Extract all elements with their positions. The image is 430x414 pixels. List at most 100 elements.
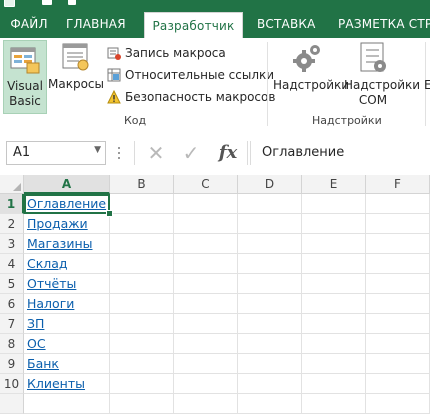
- grid-cell[interactable]: [174, 254, 238, 274]
- grid-cell[interactable]: [302, 214, 366, 234]
- grid-cell[interactable]: Отчёты: [24, 274, 110, 294]
- relative-references-button[interactable]: Относительные ссылки: [106, 64, 274, 86]
- tab-developer[interactable]: Разработчик: [144, 12, 243, 41]
- row-header[interactable]: 3: [0, 234, 24, 254]
- grid-cell[interactable]: [110, 274, 174, 294]
- sheet-link[interactable]: Оглавление: [27, 196, 106, 211]
- grid-cell[interactable]: [110, 374, 174, 394]
- grid-cell[interactable]: [366, 194, 430, 214]
- macro-security-button[interactable]: Безопасность макросов: [106, 86, 275, 108]
- row-header[interactable]: 8: [0, 334, 24, 354]
- grid-cell[interactable]: [174, 274, 238, 294]
- grid-cell[interactable]: [174, 314, 238, 334]
- grid-cell[interactable]: [302, 254, 366, 274]
- grid-cell[interactable]: [174, 234, 238, 254]
- grid-cell[interactable]: [110, 314, 174, 334]
- grid-cell[interactable]: [110, 294, 174, 314]
- undo-icon[interactable]: [68, 0, 76, 5]
- grid-cell[interactable]: Клиенты: [24, 374, 110, 394]
- chevron-down-icon[interactable]: ▼: [94, 145, 101, 155]
- sheet-link[interactable]: Магазины: [27, 236, 93, 251]
- grid-cell[interactable]: [238, 254, 302, 274]
- tab-page-layout[interactable]: РАЗМЕТКА СТРА: [338, 10, 430, 38]
- column-header-c[interactable]: C: [174, 175, 238, 194]
- grid-cell[interactable]: [302, 394, 366, 414]
- grid-cell[interactable]: [110, 194, 174, 214]
- tab-insert[interactable]: ВСТАВКА: [257, 10, 316, 38]
- grid-cell[interactable]: [110, 214, 174, 234]
- active-cell[interactable]: Оглавление: [24, 194, 110, 214]
- grid-cell[interactable]: [110, 354, 174, 374]
- grid-cell[interactable]: [238, 394, 302, 414]
- row-header[interactable]: 9: [0, 354, 24, 374]
- grid-cell[interactable]: [174, 334, 238, 354]
- confirm-icon[interactable]: ✓: [176, 141, 206, 165]
- column-header-f[interactable]: F: [366, 175, 430, 194]
- grid-cell[interactable]: [366, 374, 430, 394]
- grid-cell[interactable]: Банк: [24, 354, 110, 374]
- grid-cell[interactable]: [238, 354, 302, 374]
- row-header[interactable]: 2: [0, 214, 24, 234]
- insert-function-button[interactable]: fx: [213, 141, 243, 165]
- com-addins-button[interactable]: Надстройки COM: [344, 41, 420, 108]
- grid-cell[interactable]: [366, 254, 430, 274]
- grid-cell[interactable]: [24, 394, 110, 414]
- grid-cell[interactable]: [238, 334, 302, 354]
- grid-cell[interactable]: [302, 294, 366, 314]
- cancel-icon[interactable]: ✕: [141, 141, 171, 165]
- name-box[interactable]: A1 ▼: [6, 141, 106, 165]
- sheet-link[interactable]: Клиенты: [27, 376, 85, 391]
- grid-cell[interactable]: [110, 254, 174, 274]
- grid-cell[interactable]: [302, 314, 366, 334]
- grid-cell[interactable]: [366, 274, 430, 294]
- save-icon[interactable]: [42, 0, 52, 5]
- formula-bar-grip[interactable]: [118, 144, 121, 160]
- grid-cell[interactable]: [302, 354, 366, 374]
- grid-cell[interactable]: [302, 234, 366, 254]
- grid-cell[interactable]: ЗП: [24, 314, 110, 334]
- grid-cell[interactable]: Продажи: [24, 214, 110, 234]
- grid-cell[interactable]: [366, 214, 430, 234]
- grid-cell[interactable]: [174, 354, 238, 374]
- grid-cell[interactable]: [110, 394, 174, 414]
- formula-input[interactable]: Оглавление: [250, 141, 430, 165]
- sheet-link[interactable]: ОС: [27, 336, 46, 351]
- grid-cell[interactable]: [366, 394, 430, 414]
- column-header-b[interactable]: B: [110, 175, 174, 194]
- grid-cell[interactable]: [174, 294, 238, 314]
- record-macro-button[interactable]: Запись макроса: [106, 42, 266, 64]
- row-header[interactable]: 1: [0, 194, 24, 214]
- sheet-link[interactable]: Склад: [27, 256, 68, 271]
- grid-cell[interactable]: [110, 234, 174, 254]
- grid-cell[interactable]: [366, 334, 430, 354]
- sheet-link[interactable]: Продажи: [27, 216, 88, 231]
- grid-cell[interactable]: [302, 274, 366, 294]
- grid-cell[interactable]: Налоги: [24, 294, 110, 314]
- sheet-link[interactable]: Налоги: [27, 296, 74, 311]
- macros-button[interactable]: Макросы: [48, 41, 104, 92]
- grid-cell[interactable]: [366, 354, 430, 374]
- grid-cell[interactable]: ОС: [24, 334, 110, 354]
- row-header[interactable]: 6: [0, 294, 24, 314]
- grid-cell[interactable]: [366, 294, 430, 314]
- sheet-link[interactable]: Отчёты: [27, 276, 76, 291]
- select-all-button[interactable]: [0, 175, 24, 194]
- tab-file[interactable]: ФАЙЛ: [0, 10, 58, 38]
- addins-button[interactable]: Надстройки: [273, 41, 349, 93]
- grid-cell[interactable]: [302, 334, 366, 354]
- grid-cell[interactable]: [302, 194, 366, 214]
- row-header[interactable]: 5: [0, 274, 24, 294]
- column-header-d[interactable]: D: [238, 175, 302, 194]
- grid-cell[interactable]: [302, 374, 366, 394]
- grid-cell[interactable]: [174, 394, 238, 414]
- grid-cell[interactable]: [238, 294, 302, 314]
- grid-cell[interactable]: [174, 214, 238, 234]
- column-header-e[interactable]: E: [302, 175, 366, 194]
- grid-cell[interactable]: [238, 234, 302, 254]
- grid-cell[interactable]: [366, 314, 430, 334]
- row-header[interactable]: 4: [0, 254, 24, 274]
- sheet-link[interactable]: Банк: [27, 356, 59, 371]
- grid-cell[interactable]: [238, 194, 302, 214]
- grid-cell[interactable]: [366, 234, 430, 254]
- grid-cell[interactable]: [238, 314, 302, 334]
